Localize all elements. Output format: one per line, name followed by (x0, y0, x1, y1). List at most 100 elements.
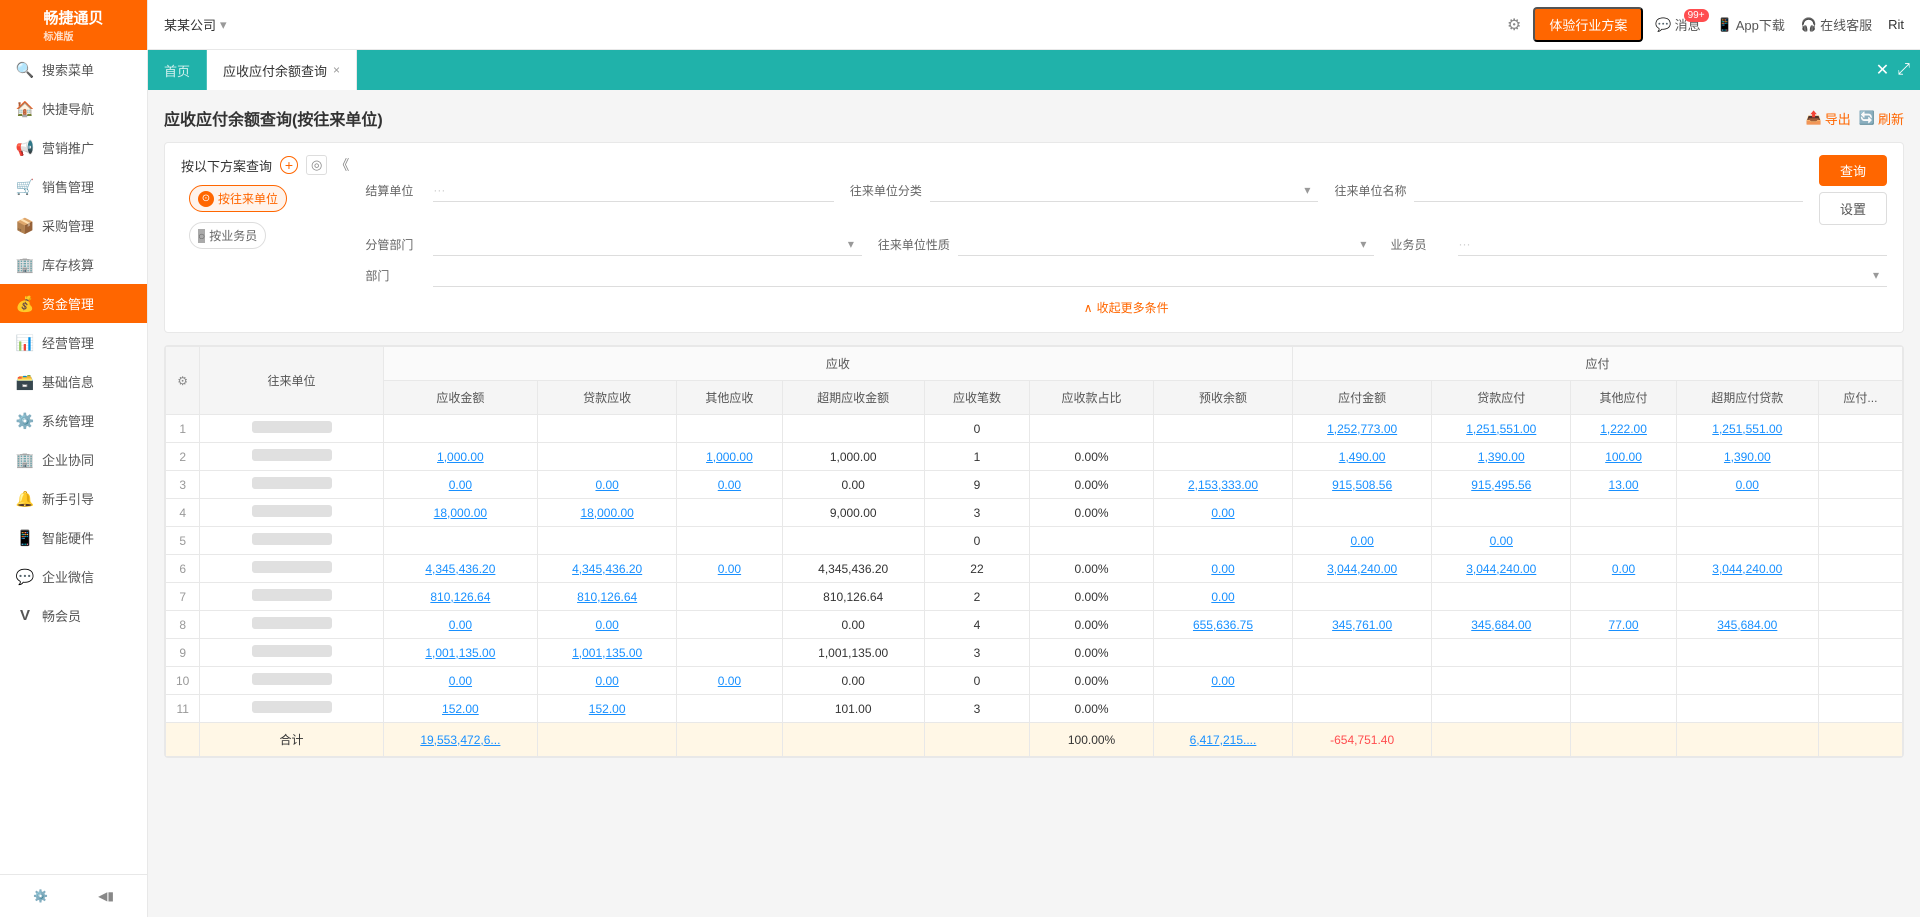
sidebar-item-system[interactable]: ⚙️ 系统管理 (0, 401, 147, 440)
settlement-input[interactable]: ··· (433, 179, 834, 202)
sidebar-item-corp-collab[interactable]: 🏢 企业协同 (0, 440, 147, 479)
table-cell-link[interactable]: 0.00 (538, 471, 677, 499)
partner-nature-select[interactable]: ▾ (958, 233, 1375, 256)
table-cell-link[interactable]: 3,044,240.00 (1293, 555, 1432, 583)
sidebar-item-finance[interactable]: 💰 资金管理 (0, 284, 147, 323)
sidebar-item-purchase[interactable]: 📦 采购管理 (0, 206, 147, 245)
table-cell-link[interactable]: 915,495.56 (1432, 471, 1571, 499)
department-select[interactable]: ▾ (433, 264, 1887, 287)
table-cell-link[interactable]: 100.00 (1571, 443, 1676, 471)
table-cell-link[interactable]: 0.00 (677, 667, 782, 695)
table-cell-link[interactable]: 3,044,240.00 (1676, 555, 1818, 583)
breadcrumb-chevron[interactable]: ▾ (220, 17, 227, 33)
table-cell-link[interactable]: 1,490.00 (1293, 443, 1432, 471)
table-cell-link[interactable]: 0.00 (677, 471, 782, 499)
table-cell: 0.00% (1030, 611, 1154, 639)
app-download-link[interactable]: 📱 App下载 (1717, 15, 1785, 34)
table-cell-link[interactable]: 1,000.00 (383, 443, 537, 471)
sidebar-item-search-menu[interactable]: 🔍 搜索菜单 (0, 50, 147, 89)
tab-ar-ap[interactable]: 应收应付余额查询 × (207, 50, 357, 90)
table-cell-link[interactable]: 2,153,333.00 (1153, 471, 1292, 499)
table-cell-link[interactable]: 0.00 (538, 611, 677, 639)
table-cell-link[interactable]: 0.00 (1676, 471, 1818, 499)
table-cell-link[interactable]: 0.00 (1153, 667, 1292, 695)
promo-button[interactable]: 体验行业方案 (1533, 7, 1643, 42)
sidebar-item-marketing[interactable]: 📢 营销推广 (0, 128, 147, 167)
table-cell-link[interactable]: 0.00 (1153, 555, 1292, 583)
partner-name-input[interactable] (1414, 179, 1803, 202)
table-cell-link[interactable]: 345,761.00 (1293, 611, 1432, 639)
table-cell-link[interactable]: 0.00 (1153, 583, 1292, 611)
sidebar-item-basic-info[interactable]: 🗃️ 基础信息 (0, 362, 147, 401)
table-cell-link[interactable]: 152.00 (383, 695, 537, 723)
table-cell-link[interactable]: 0.00 (1153, 499, 1292, 527)
sidebar-collapse-btn[interactable]: ◀▮ (88, 883, 124, 909)
table-cell-link[interactable]: 810,126.64 (538, 583, 677, 611)
table-cell-link[interactable]: 13.00 (1571, 471, 1676, 499)
table-cell-link[interactable]: 1,390.00 (1676, 443, 1818, 471)
refresh-button[interactable]: 🔄 刷新 (1859, 109, 1904, 128)
scheme-item-partner[interactable]: ⊙ 按往来单位 (189, 185, 287, 212)
settings-button[interactable]: 设置 (1819, 192, 1887, 225)
tab-home[interactable]: 首页 (148, 50, 207, 90)
sidebar-settings-btn[interactable]: ⚙️ (23, 883, 58, 909)
dept-select[interactable]: ▾ (433, 233, 862, 256)
table-cell-link[interactable]: 0.00 (538, 667, 677, 695)
table-cell-link[interactable]: 1,390.00 (1432, 443, 1571, 471)
table-cell-link[interactable]: 1,001,135.00 (538, 639, 677, 667)
tab-close-icon[interactable]: × (333, 63, 340, 77)
table-cell-link[interactable]: 345,684.00 (1432, 611, 1571, 639)
table-cell-link[interactable]: 1,251,551.00 (1432, 415, 1571, 443)
table-cell-link[interactable]: 18,000.00 (383, 499, 537, 527)
header-settings-icon[interactable]: ⚙ (1507, 15, 1521, 35)
table-cell-link[interactable]: 0.00 (383, 667, 537, 695)
table-cell (383, 527, 537, 555)
table-cell-link[interactable]: 1,251,551.00 (1676, 415, 1818, 443)
sidebar-item-newcomer[interactable]: 🔔 新手引导 (0, 479, 147, 518)
footer-ar-prepaid[interactable]: 6,417,215.... (1153, 723, 1292, 757)
table-cell-link[interactable]: 4,345,436.20 (538, 555, 677, 583)
collapse-more-btn[interactable]: ∧ 收起更多条件 (365, 295, 1887, 320)
table-settings-header[interactable]: ⚙ (166, 347, 200, 415)
table-cell-link[interactable]: 915,508.56 (1293, 471, 1432, 499)
table-cell-link[interactable]: 0.00 (383, 471, 537, 499)
export-button[interactable]: 📤 导出 (1806, 109, 1851, 128)
table-cell-link[interactable]: 655,636.75 (1153, 611, 1292, 639)
message-button[interactable]: 💬 消息 99+ (1655, 15, 1700, 34)
table-cell-link[interactable]: 0.00 (677, 555, 782, 583)
table-cell-link[interactable]: 0.00 (1432, 527, 1571, 555)
table-cell-link[interactable]: 1,222.00 (1571, 415, 1676, 443)
table-cell-link[interactable]: 18,000.00 (538, 499, 677, 527)
query-button[interactable]: 查询 (1819, 155, 1887, 186)
window-maximize-btn[interactable]: ⤢ (1897, 61, 1910, 79)
table-cell-link[interactable]: 0.00 (1571, 555, 1676, 583)
table-cell-link[interactable]: 0.00 (1293, 527, 1432, 555)
table-cell-link[interactable]: 345,684.00 (1676, 611, 1818, 639)
filter-scheme-button[interactable]: ◎ (306, 155, 327, 175)
table-cell-link[interactable]: 1,000.00 (677, 443, 782, 471)
table-cell-link[interactable]: 3,044,240.00 (1432, 555, 1571, 583)
user-avatar[interactable]: Rit (1888, 17, 1904, 32)
table-cell-link[interactable]: 0.00 (383, 611, 537, 639)
table-cell-link[interactable]: 152.00 (538, 695, 677, 723)
sidebar-item-member[interactable]: V 畅会员 (0, 596, 147, 635)
sidebar-item-inventory[interactable]: 🏢 库存核算 (0, 245, 147, 284)
salesperson-input[interactable]: ··· (1458, 233, 1887, 256)
sidebar-item-quick-nav[interactable]: 🏠 快捷导航 (0, 89, 147, 128)
table-cell-link[interactable]: 1,001,135.00 (383, 639, 537, 667)
table-cell-link[interactable]: 4,345,436.20 (383, 555, 537, 583)
table-cell-link[interactable]: 1,252,773.00 (1293, 415, 1432, 443)
sidebar-item-smart-hw[interactable]: 📱 智能硬件 (0, 518, 147, 557)
sidebar-item-sales[interactable]: 🛒 销售管理 (0, 167, 147, 206)
filter-collapse-button[interactable]: 《 (335, 155, 349, 175)
filter-add-button[interactable]: + (280, 156, 298, 174)
online-service-link[interactable]: 🎧 在线客服 (1801, 15, 1872, 34)
table-cell-link[interactable]: 810,126.64 (383, 583, 537, 611)
sidebar-item-corp-wechat[interactable]: 💬 企业微信 (0, 557, 147, 596)
sidebar-item-operations[interactable]: 📊 经营管理 (0, 323, 147, 362)
scheme-item-salesperson[interactable]: ○ 按业务员 (189, 222, 266, 249)
partner-category-select[interactable]: ▾ (930, 179, 1319, 202)
footer-ar-amount[interactable]: 19,553,472,6... (383, 723, 537, 757)
table-cell-link[interactable]: 77.00 (1571, 611, 1676, 639)
window-close-btn[interactable]: ✕ (1876, 60, 1889, 80)
